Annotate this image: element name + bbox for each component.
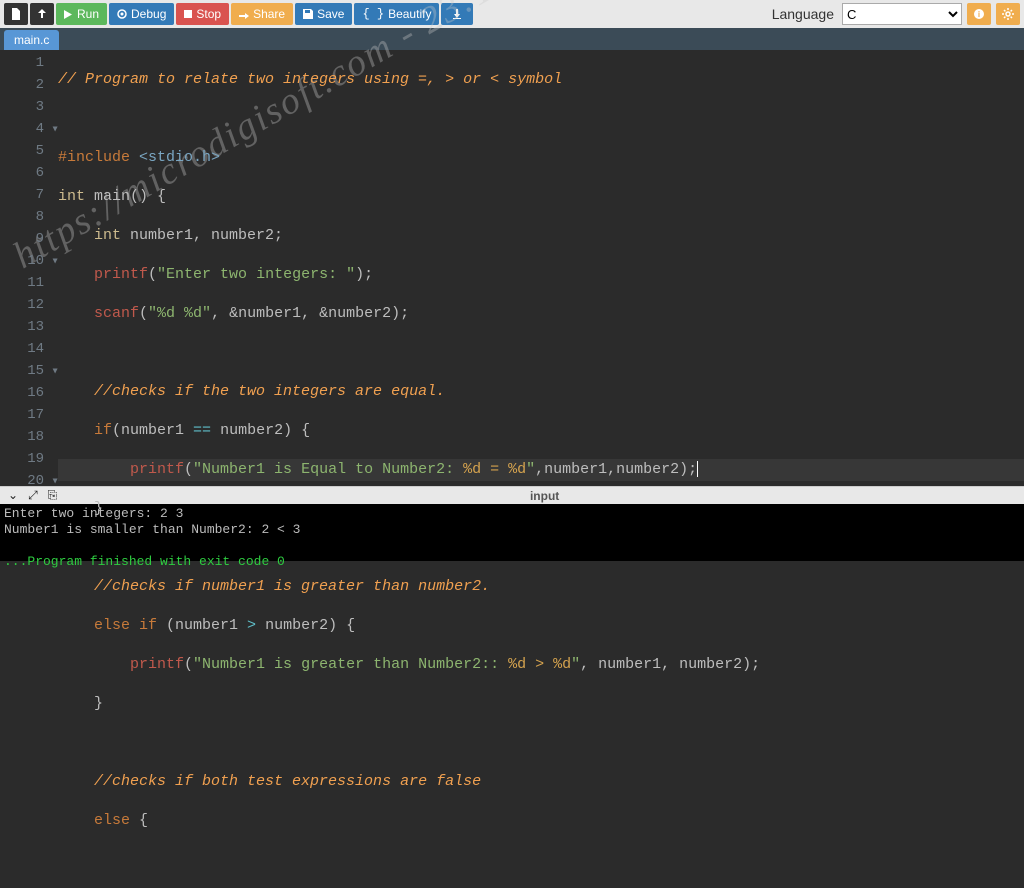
gutter: 123 456 789 101112 131415 161718 1920 [0,50,50,486]
settings-button[interactable] [996,3,1020,25]
tab-bar: main.c [0,28,1024,50]
beautify-button[interactable]: { }Beautify [354,3,439,25]
toolbar: Run Debug Stop Share Save { }Beautify La… [0,0,1024,28]
language-label: Language [772,6,834,22]
share-button[interactable]: Share [231,3,293,25]
code-area[interactable]: // Program to relate two integers using … [50,50,1024,486]
cursor [697,461,698,477]
new-file-button[interactable] [4,3,28,25]
save-button[interactable]: Save [295,3,352,25]
stop-button[interactable]: Stop [176,3,229,25]
run-button[interactable]: Run [56,3,107,25]
upload-button[interactable] [30,3,54,25]
download-button[interactable] [441,3,473,25]
language-select[interactable]: C [842,3,962,25]
info-button[interactable]: i [967,3,991,25]
debug-button[interactable]: Debug [109,3,174,25]
file-tab[interactable]: main.c [4,30,59,50]
code-editor[interactable]: https://microdigisoft.com - 23:1 123 456… [0,50,1024,486]
svg-text:i: i [978,10,980,19]
